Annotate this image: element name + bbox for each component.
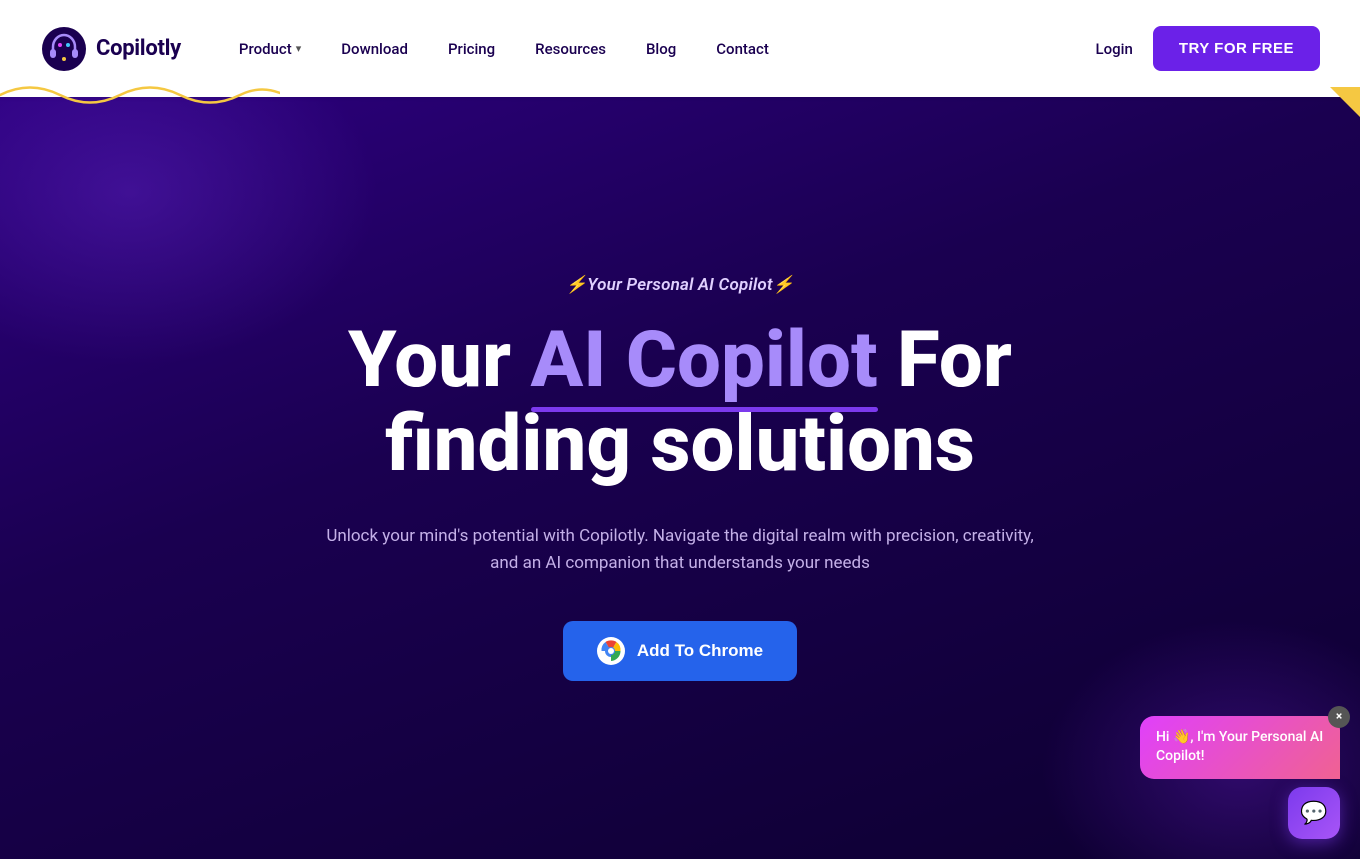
chat-bubble-text: Hi 👋, I'm Your Personal AI Copilot! xyxy=(1156,729,1323,765)
logo[interactable]: Copilotly xyxy=(40,25,181,73)
chrome-icon xyxy=(597,637,625,665)
nav-item-resources[interactable]: Resources xyxy=(517,32,624,66)
hero-title: Your AI Copilot For finding solutions xyxy=(348,319,1012,487)
chevron-down-icon: ▾ xyxy=(296,42,302,55)
logo-icon xyxy=(40,25,88,73)
nav-item-pricing[interactable]: Pricing xyxy=(430,32,513,66)
nav-item-contact[interactable]: Contact xyxy=(698,32,787,66)
nav-item-product[interactable]: Product ▾ xyxy=(221,32,319,66)
nav-item-download[interactable]: Download xyxy=(323,32,426,66)
add-to-chrome-button[interactable]: Add To Chrome xyxy=(563,621,797,681)
chat-widget: × Hi 👋, I'm Your Personal AI Copilot! 💬 xyxy=(1140,716,1340,839)
chat-trigger-button[interactable]: 💬 xyxy=(1288,787,1340,839)
chat-bubble: × Hi 👋, I'm Your Personal AI Copilot! xyxy=(1140,716,1340,779)
logo-text: Copilotly xyxy=(96,36,181,61)
navbar: Copilotly Product ▾ Download Pricing Res… xyxy=(0,0,1360,97)
nav-item-blog[interactable]: Blog xyxy=(628,32,694,66)
try-for-free-button[interactable]: TRY FOR FREE xyxy=(1153,26,1320,71)
hero-subtitle: Unlock your mind's potential with Copilo… xyxy=(320,523,1040,577)
chat-trigger-icon: 💬 xyxy=(1300,801,1327,826)
add-to-chrome-label: Add To Chrome xyxy=(637,641,763,661)
login-link[interactable]: Login xyxy=(1096,40,1133,58)
nav-right: Login TRY FOR FREE xyxy=(1096,26,1320,71)
chat-close-button[interactable]: × xyxy=(1328,706,1350,728)
hero-tagline: ⚡Your Personal AI Copilot⚡ xyxy=(566,275,794,295)
nav-links: Product ▾ Download Pricing Resources Blo… xyxy=(221,32,1096,66)
